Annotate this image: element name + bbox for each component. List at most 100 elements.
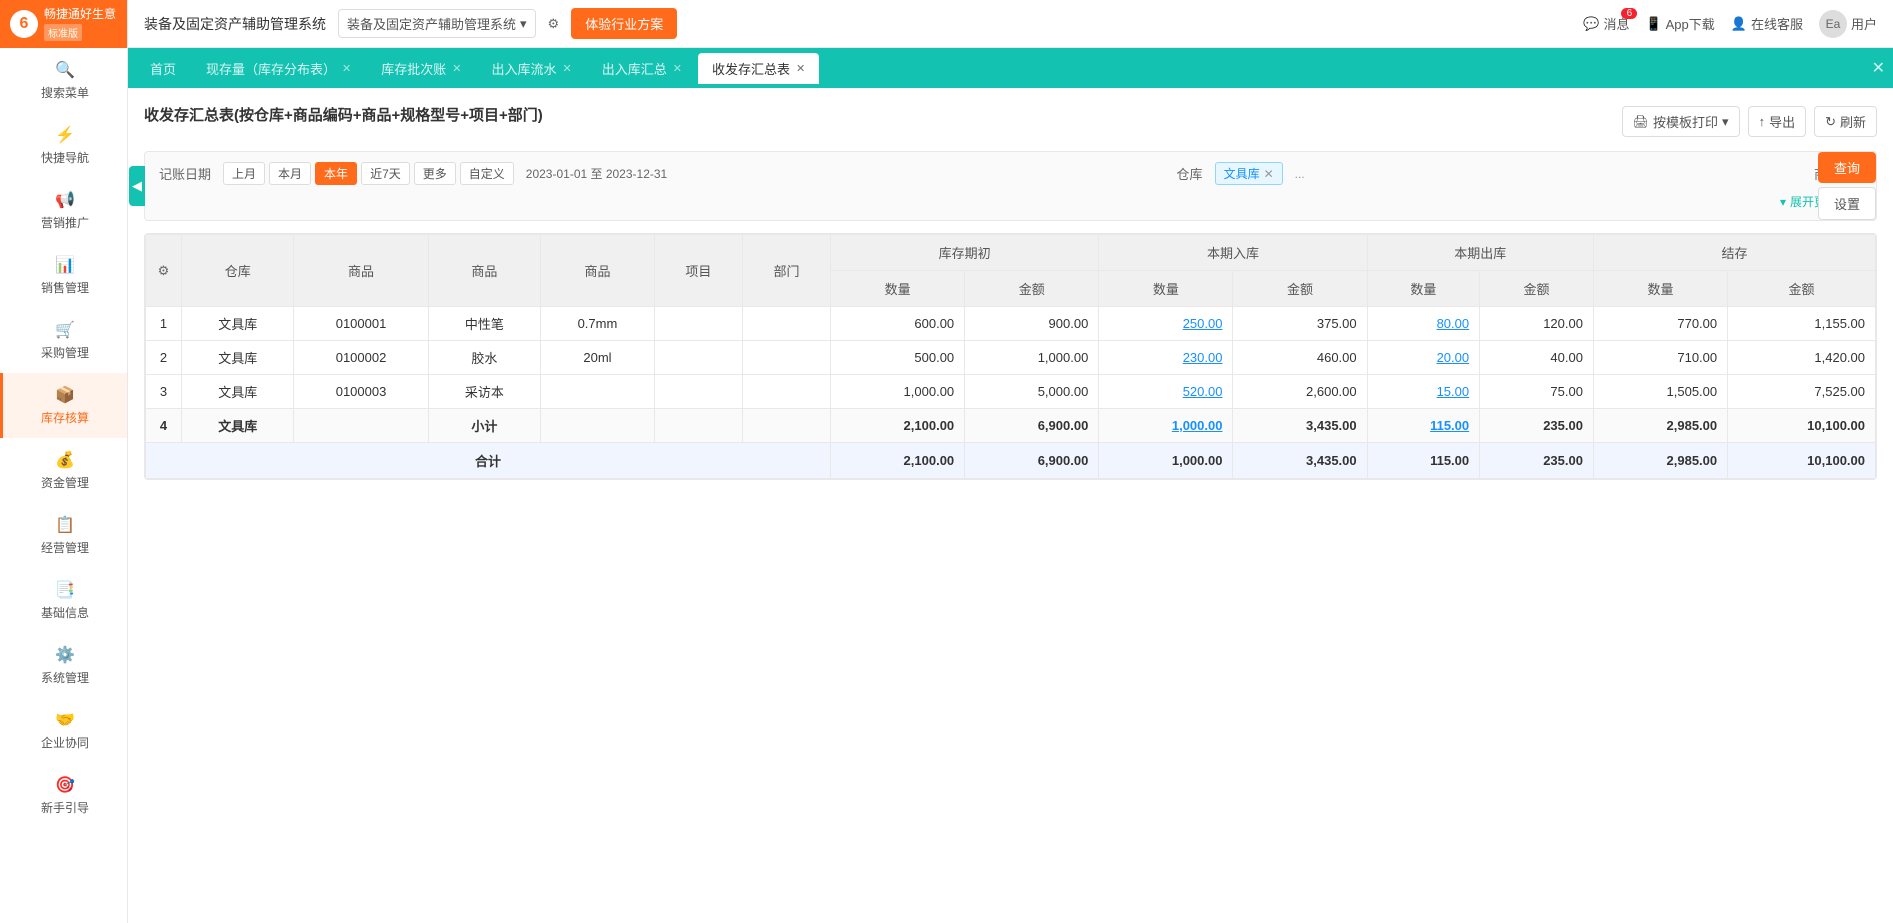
message-badge: 6 [1621,8,1637,19]
page-title: 收发存汇总表(按仓库+商品编码+商品+规格型号+项目+部门) [144,104,543,125]
th-product-spec: 商品 [541,235,655,307]
cell-name: 小计 [428,409,540,443]
avatar: Ea [1819,10,1847,38]
tab-bar-close-all[interactable]: ✕ [1872,58,1885,78]
footer-out-amt: 235.00 [1480,443,1594,479]
footer-in-amt: 3,435.00 [1233,443,1367,479]
quick-nav-icon: ⚡ [55,125,75,145]
cell-in-qty[interactable]: 1,000.00 [1099,409,1233,443]
app-download-action[interactable]: 📱 App下载 [1645,14,1714,33]
cell-in-qty[interactable]: 250.00 [1099,307,1233,341]
cell-opening-qty: 1,000.00 [831,375,965,409]
export-button[interactable]: ↑ 导出 [1748,106,1807,137]
page-wrapper: 收发存汇总表(按仓库+商品编码+商品+规格型号+项目+部门) 🖨 按模板打印 ▾… [128,88,1893,923]
sidebar-item-purchase[interactable]: 🛒 采购管理 [0,308,127,373]
cell-project [654,409,742,443]
date-btn-7days[interactable]: 近7天 [361,162,410,185]
table-row: 2 文具库 0100002 胶水 20ml 500.00 1,000.00 23… [146,341,1876,375]
tab-summary-close[interactable]: ✕ [673,62,682,75]
basic-info-icon: 📑 [55,580,75,600]
message-action[interactable]: 💬 消息 6 [1583,14,1629,33]
experience-button[interactable]: 体验行业方案 [571,8,677,39]
cell-spec: 20ml [541,341,655,375]
tab-inventory-dist[interactable]: 现存量（库存分布表） ✕ [192,53,365,84]
tab-summary-label: 出入库汇总 [602,59,667,78]
settings-button[interactable]: 设置 [1818,187,1876,220]
date-btn-this-year[interactable]: 本年 [315,162,357,185]
date-btn-custom[interactable]: 自定义 [460,162,514,185]
warehouse-tag-close[interactable]: ✕ [1264,167,1274,181]
cell-in-amt: 460.00 [1233,341,1367,375]
footer-closing-qty: 2,985.00 [1593,443,1727,479]
cell-project [654,307,742,341]
sales-icon: 📊 [55,255,75,275]
cell-spec [541,375,655,409]
sidebar-logo: 6 畅捷通好生意 标准版 [0,0,127,48]
cell-spec: 0.7mm [541,307,655,341]
th-project: 项目 [654,235,742,307]
cell-out-amt: 75.00 [1480,375,1594,409]
date-btn-last-month[interactable]: 上月 [223,162,265,185]
sidebar-item-search[interactable]: 🔍 搜索菜单 [0,48,127,113]
logo-text: 畅捷通好生意 [44,7,116,23]
tab-batch-account-close[interactable]: ✕ [452,62,461,75]
tab-flow[interactable]: 出入库流水 ✕ [477,53,585,84]
tab-summary[interactable]: 出入库汇总 ✕ [588,53,696,84]
cell-name: 中性笔 [428,307,540,341]
sidebar-item-marketing[interactable]: 📢 营销推广 [0,178,127,243]
cell-code: 0100003 [294,375,428,409]
app-download-label: App下载 [1666,14,1715,33]
cell-in-qty[interactable]: 520.00 [1099,375,1233,409]
chevron-down-icon: ▾ [520,16,527,32]
tab-home-label: 首页 [150,59,176,78]
th-warehouse: 仓库 [182,235,294,307]
sidebar-item-enterprise[interactable]: 🤝 企业协同 [0,698,127,763]
system-icon: ⚙️ [55,645,75,665]
warehouse-more[interactable]: ... [1295,167,1305,181]
cell-closing-qty: 770.00 [1593,307,1727,341]
tab-recv-send-close[interactable]: ✕ [796,62,805,75]
date-btn-this-month[interactable]: 本月 [269,162,311,185]
sidebar-item-inventory[interactable]: 📦 库存核算 [0,373,127,438]
cell-out-qty[interactable]: 20.00 [1367,341,1480,375]
sidebar-item-operations[interactable]: 📋 经营管理 [0,503,127,568]
tab-flow-close[interactable]: ✕ [563,62,572,75]
tab-inventory-dist-close[interactable]: ✕ [342,62,351,75]
sidebar-item-finance-label: 资金管理 [41,474,89,491]
cell-out-qty[interactable]: 80.00 [1367,307,1480,341]
sidebar-item-sales[interactable]: 📊 销售管理 [0,243,127,308]
tab-home[interactable]: 首页 [136,53,190,84]
filter-collapse-btn[interactable]: ◀ [129,166,145,206]
sidebar-item-finance[interactable]: 💰 资金管理 [0,438,127,503]
sidebar-item-system[interactable]: ⚙️ 系统管理 [0,633,127,698]
tab-batch-account[interactable]: 库存批次账 ✕ [367,53,475,84]
tab-recv-send[interactable]: 收发存汇总表 ✕ [698,53,819,84]
sidebar-item-basic-info[interactable]: 📑 基础信息 [0,568,127,633]
cell-out-amt: 235.00 [1480,409,1594,443]
tab-batch-account-label: 库存批次账 [381,59,446,78]
cell-out-qty[interactable]: 115.00 [1367,409,1480,443]
cell-closing-qty: 710.00 [1593,341,1727,375]
cell-code [294,409,428,443]
cell-closing-amt: 7,525.00 [1728,375,1876,409]
user-action[interactable]: Ea 用户 [1819,10,1877,38]
cell-out-qty[interactable]: 15.00 [1367,375,1480,409]
table-gear-icon[interactable]: ⚙ [158,263,170,278]
sidebar-item-guide[interactable]: 🎯 新手引导 [0,763,127,828]
online-service-action[interactable]: 👤 在线客服 [1731,14,1803,33]
refresh-label: 刷新 [1840,112,1866,131]
cell-closing-amt: 1,420.00 [1728,341,1876,375]
query-button[interactable]: 查询 [1818,152,1876,183]
refresh-button[interactable]: ↻ 刷新 [1814,106,1877,137]
chevron-down-icon: ▾ [1722,114,1729,130]
table-row: 1 文具库 0100001 中性笔 0.7mm 600.00 900.00 25… [146,307,1876,341]
th-out-amt: 金额 [1480,271,1594,307]
date-btn-more[interactable]: 更多 [414,162,456,185]
print-button[interactable]: 🖨 按模板打印 ▾ [1622,106,1740,137]
cell-in-qty[interactable]: 230.00 [1099,341,1233,375]
sidebar-item-quick-nav[interactable]: ⚡ 快捷导航 [0,113,127,178]
sidebar: 6 畅捷通好生意 标准版 🔍 搜索菜单 ⚡ 快捷导航 📢 营销推广 📊 销售管理… [0,0,128,923]
settings-icon[interactable]: ⚙ [548,16,560,32]
inventory-icon: 📦 [55,385,75,405]
system-selector[interactable]: 装备及固定资产辅助管理系统 ▾ [338,9,536,38]
